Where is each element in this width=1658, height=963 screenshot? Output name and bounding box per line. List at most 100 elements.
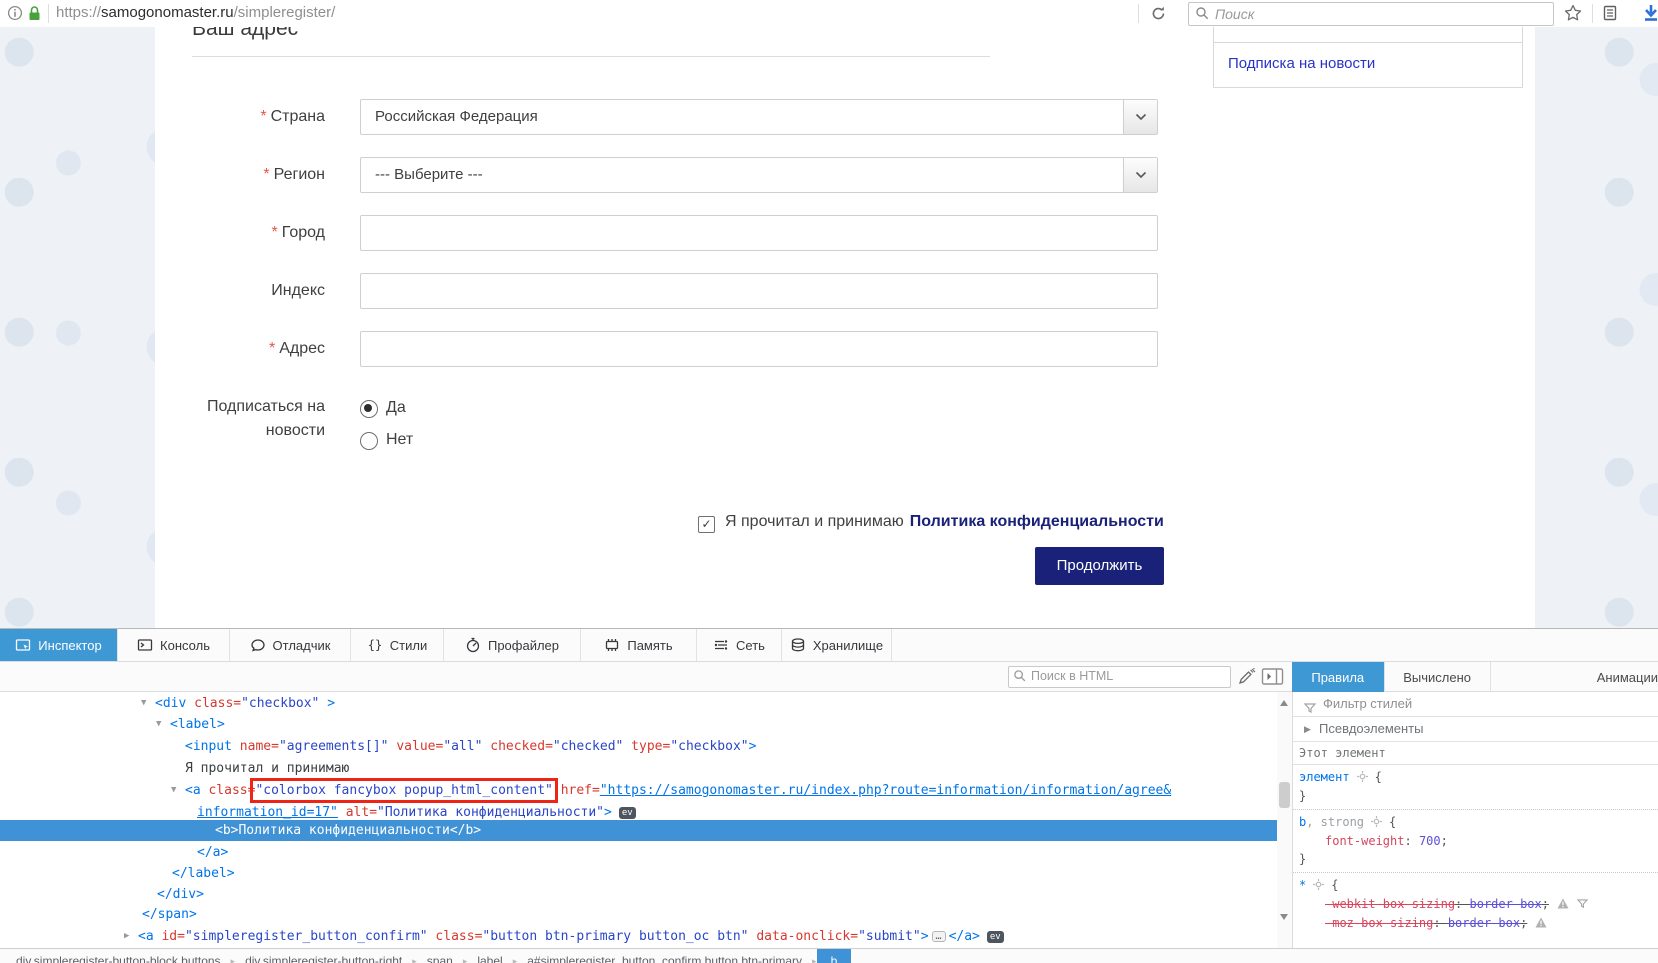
declaration-font-weight[interactable]: font-weight: 700; <box>1293 832 1658 850</box>
twisty-open-icon[interactable]: ▼ <box>171 780 176 801</box>
privacy-policy-link[interactable]: Политика конфиденциальности <box>910 513 1164 530</box>
twisty-open-icon[interactable]: ▼ <box>156 714 161 735</box>
search-icon <box>1195 6 1210 26</box>
tab-label: Инспектор <box>38 637 102 653</box>
markup-row[interactable]: </label> <box>0 863 1277 884</box>
memory-icon <box>604 637 620 653</box>
lock-icon[interactable] <box>27 5 42 27</box>
code-attr: value= <box>388 739 444 754</box>
declaration-moz-box-sizing[interactable]: -moz-box-sizing: border-box; <box>1293 914 1658 933</box>
gear-icon[interactable] <box>1356 771 1368 785</box>
select-0[interactable]: Российская Федерация <box>360 99 1158 135</box>
edit-pen-icon[interactable] <box>1237 667 1257 691</box>
tab-label: Память <box>627 637 673 653</box>
search-field[interactable]: Поиск <box>1188 2 1554 26</box>
pseudo-elements-label: Псевдоэлементы <box>1319 721 1424 736</box>
rule-selector[interactable]: * <box>1299 878 1306 892</box>
code-tag: </div> <box>157 887 204 902</box>
pseudo-elements-row[interactable]: ▶ Псевдоэлементы <box>1293 717 1658 742</box>
required-mark: * <box>260 108 267 125</box>
star-icon[interactable] <box>1563 3 1583 28</box>
scrollbar-thumb[interactable] <box>1279 782 1290 808</box>
filter-icon[interactable] <box>1576 898 1589 912</box>
split-pane-icon[interactable] <box>1261 667 1285 692</box>
scroll-down-icon[interactable] <box>1280 914 1288 920</box>
tab-label: Сеть <box>736 637 765 653</box>
subscribe-label-line1: Подписаться на <box>206 398 325 415</box>
markup-row[interactable]: </a> <box>0 842 1277 863</box>
markup-row[interactable]: Я прочитал и принимаю <box>0 758 1277 779</box>
code-more[interactable]: … <box>931 931 946 942</box>
style-filter-field[interactable]: Фильтр стилей <box>1293 692 1658 717</box>
breadcrumb-item[interactable]: span <box>417 949 463 963</box>
markup-row[interactable]: ▶ <a id="simpleregister_button_confirm" c… <box>0 926 1277 947</box>
inspector-icon <box>15 637 31 653</box>
download-icon[interactable] <box>1640 3 1658 28</box>
markup-scrollbar[interactable] <box>1277 692 1292 948</box>
markup-row[interactable]: ▼ <div class="checkbox" > <box>0 693 1277 714</box>
tab-animations[interactable]: Анимации <box>1491 662 1658 692</box>
devtools-tab-profiler[interactable]: Профайлер <box>444 629 581 661</box>
scroll-up-icon[interactable] <box>1280 700 1288 706</box>
rule-selector[interactable]: элемент <box>1299 770 1350 784</box>
continue-button[interactable]: Продолжить <box>1035 547 1164 585</box>
select-1[interactable]: --- Выберите --- <box>360 157 1158 193</box>
chevron-down-icon[interactable] <box>1123 158 1157 192</box>
rule-universal: *{ -webkit-box-sizing: border-box; -moz-… <box>1293 873 1658 937</box>
code-tag: <label> <box>170 717 225 732</box>
declaration-webkit-box-sizing[interactable]: -webkit-box-sizing: border-box; <box>1293 895 1658 914</box>
devtools-tab-storage[interactable]: Хранилище <box>782 629 892 661</box>
agreement-checkbox[interactable]: ✓ <box>698 516 715 533</box>
tab-computed[interactable]: Вычислено <box>1385 662 1491 692</box>
breadcrumb-item[interactable]: b <box>816 949 852 963</box>
twisty-closed-icon[interactable]: ▶ <box>124 926 129 947</box>
input-4[interactable] <box>360 331 1158 367</box>
code-link[interactable]: information_id=17" <box>197 805 338 820</box>
breadcrumb-item[interactable]: div.simpleregister-button-block.buttons <box>6 949 231 963</box>
breadcrumb-item[interactable]: a#simpleregister_button_confirm.button.b… <box>517 949 812 963</box>
devtools-tab-inspector[interactable]: Инспектор <box>0 629 118 661</box>
markup-row[interactable]: </div> <box>0 884 1277 905</box>
markup-row[interactable]: ▼ <label> <box>0 714 1277 735</box>
code-tag: </label> <box>172 866 235 881</box>
gear-icon[interactable] <box>1313 879 1325 893</box>
code-val: "Политика конфиденциальности" <box>377 805 605 820</box>
code-link[interactable]: "https://samogonomaster.ru/index.php?rou… <box>600 783 1171 798</box>
chevron-down-icon[interactable] <box>1123 100 1157 134</box>
radio-no[interactable] <box>360 432 378 450</box>
twisty-open-icon[interactable]: ▼ <box>141 693 146 714</box>
devtools-tab-console[interactable]: Консоль <box>118 629 230 661</box>
html-search-field[interactable]: Поиск в HTML <box>1008 666 1231 688</box>
url-scheme: https:// <box>56 4 102 21</box>
markup-row[interactable]: <input name="agreements[]" value="all" c… <box>0 736 1277 757</box>
devtools-tab-memory[interactable]: Память <box>581 629 697 661</box>
rule-selector-unmatched[interactable]: , strong <box>1306 815 1364 829</box>
code-ev: ev <box>618 807 636 819</box>
warning-icon <box>1557 898 1569 912</box>
markup-row[interactable]: </span> <box>0 904 1277 925</box>
markup-row[interactable]: <b>Политика конфиденциальности</b> <box>0 820 1277 841</box>
code-tag: </a> <box>948 929 980 944</box>
bookmarks-icon[interactable] <box>1601 4 1619 27</box>
url-bar[interactable]: https://samogonomaster.ru/simpleregister… <box>56 4 335 21</box>
devtools-tab-braces[interactable]: {} Стили <box>351 629 444 661</box>
devtools-tab-debugger[interactable]: Отладчик <box>230 629 351 661</box>
sidebar-item-newsletter[interactable]: Подписка на новости <box>1214 43 1522 85</box>
code-val: "checked" <box>552 739 624 754</box>
breadcrumb-item[interactable]: div.simpleregister-button-right <box>235 949 412 963</box>
input-2[interactable] <box>360 215 1158 251</box>
devtools-tab-network[interactable]: Сеть <box>697 629 782 661</box>
radio-no-label: Нет <box>386 431 414 448</box>
code-val: "button btn-primary button_oc btn" <box>482 929 749 944</box>
input-3[interactable] <box>360 273 1158 309</box>
gear-icon[interactable] <box>1371 816 1383 830</box>
tab-rules[interactable]: Правила <box>1292 662 1385 692</box>
info-icon[interactable] <box>7 5 23 26</box>
code-val: "checkbox" <box>670 739 749 754</box>
braces-icon: {} <box>367 637 383 653</box>
markup-row[interactable]: ▼ <a class="colorbox fancybox popup_html_… <box>0 778 1277 803</box>
reload-icon[interactable] <box>1150 5 1167 27</box>
breadcrumb-item[interactable]: label <box>467 949 512 963</box>
code-ev: ev <box>986 931 1004 943</box>
radio-yes[interactable] <box>360 400 378 418</box>
